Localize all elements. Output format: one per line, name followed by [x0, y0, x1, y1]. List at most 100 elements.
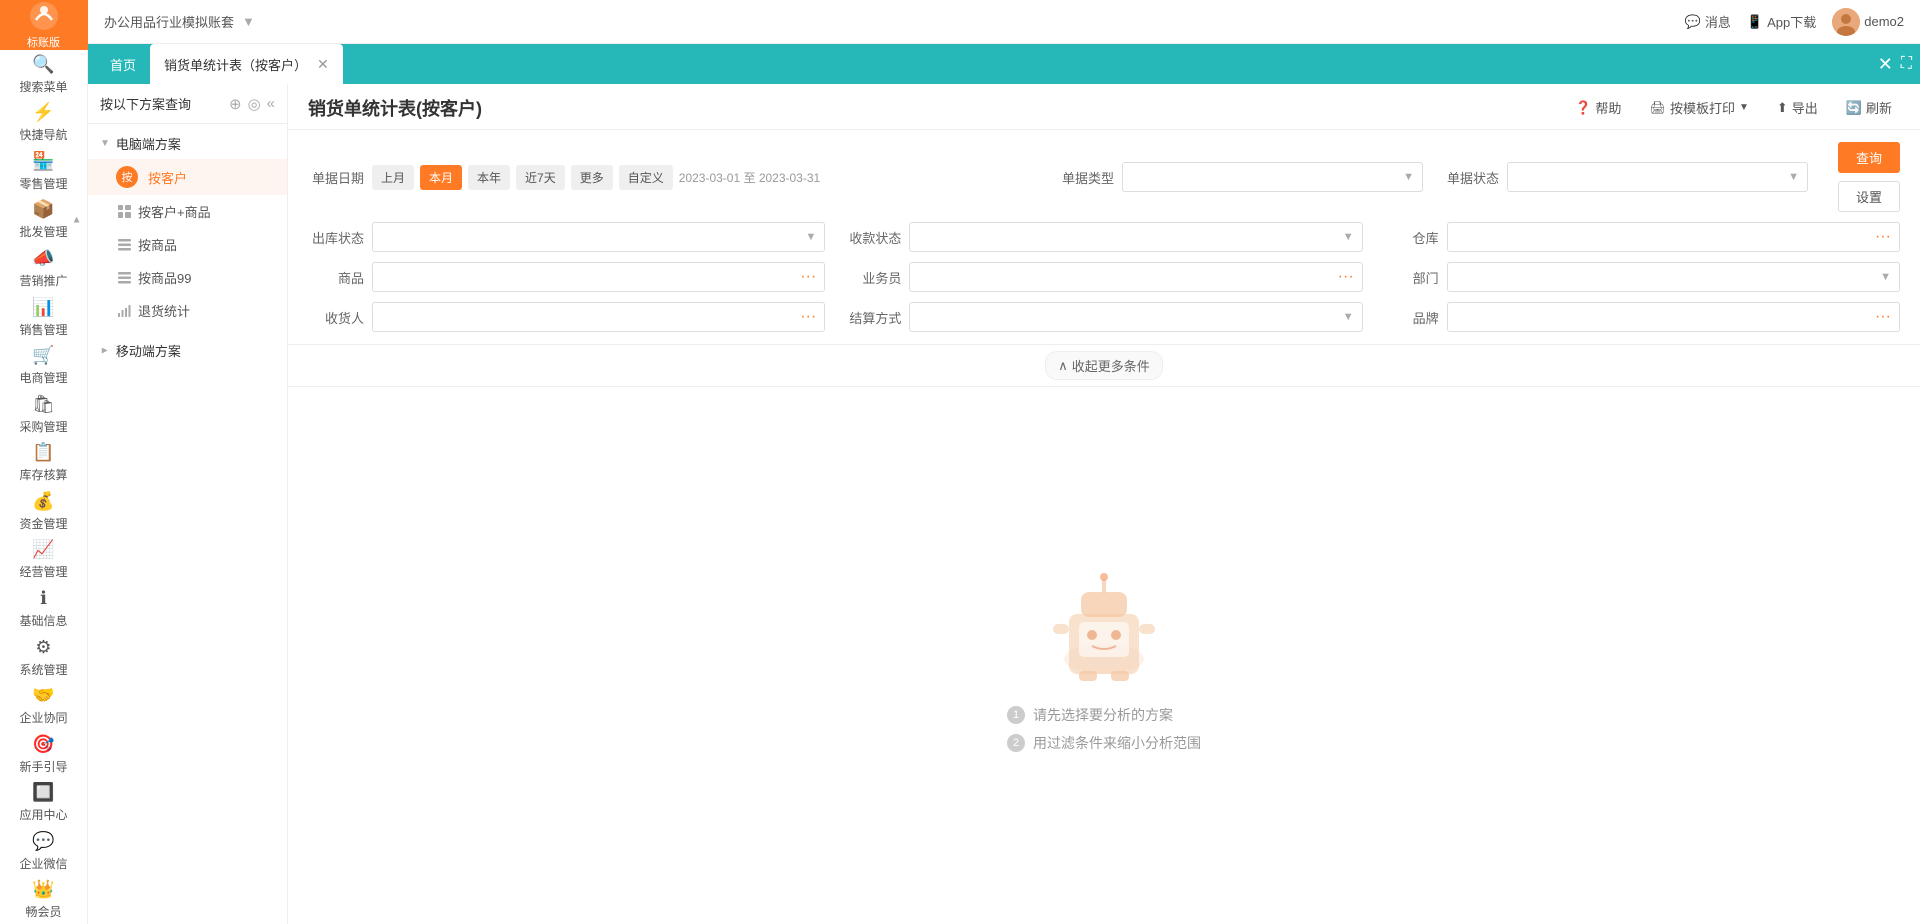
topbar: 办公用品行业模拟账套 ▼ 💬 消息 📱 App下载 de — [88, 0, 1920, 44]
out-status-select[interactable]: ▼ — [372, 222, 825, 252]
logo-text: 标账版 — [27, 34, 60, 50]
brand-select[interactable]: ··· — [1447, 302, 1900, 332]
purchase-icon: 🛍 — [32, 394, 55, 415]
settings-btn[interactable]: 设置 — [1838, 181, 1900, 212]
settlement-select[interactable]: ▼ — [909, 302, 1362, 332]
date-btn-more[interactable]: 更多 — [571, 165, 613, 190]
sidebar-item-finance[interactable]: 💰 资金管理 — [0, 487, 88, 536]
salesperson-label: 业务员 — [845, 268, 901, 287]
sidebar-item-system[interactable]: ⚙ 系统管理 — [0, 633, 88, 682]
export-btn[interactable]: ⬆ 导出 — [1769, 94, 1826, 121]
by-customer-label: 按客户 — [148, 168, 187, 187]
add-scheme-icon[interactable]: ⊕ — [229, 95, 242, 113]
date-btn-lastmonth[interactable]: 上月 — [372, 165, 414, 190]
tip-num-1: 1 — [1007, 706, 1025, 724]
sidebar-item-inventory[interactable]: 📋 库存核算 — [0, 439, 88, 488]
print-icon: 🖨 — [1649, 100, 1666, 116]
sidebar-item-quicknav[interactable]: ⚡ 快捷导航 — [0, 99, 88, 148]
scheme-item-by-customer[interactable]: 按 按客户 — [88, 159, 287, 195]
basic-icon: ℹ — [40, 588, 47, 609]
window-close-icon[interactable]: ✕ — [1878, 54, 1893, 75]
product-dots[interactable]: ··· — [800, 268, 816, 286]
sidebar-item-purchase[interactable]: 🛍 采购管理 — [0, 390, 88, 439]
filter-row-4: 收货人 ··· 结算方式 — [308, 302, 1900, 332]
sidebar-item-basic[interactable]: ℹ 基础信息 — [0, 584, 88, 633]
scheme-item-customer-product[interactable]: 按客户+商品 — [88, 195, 287, 228]
by-product-label: 按商品 — [138, 235, 177, 254]
warehouse-filter-item: 仓库 ··· — [1383, 222, 1900, 252]
sidebar-item-marketing[interactable]: 📣 营销推广 — [0, 244, 88, 293]
query-btn[interactable]: 查询 — [1838, 142, 1900, 173]
print-btn[interactable]: 🖨 按模板打印 ▼ — [1641, 94, 1756, 121]
sidebar-item-operations[interactable]: 📈 经营管理 — [0, 536, 88, 585]
sidebar-item-wholesale[interactable]: 📦 批发管理 ▲ — [0, 196, 88, 245]
product-select[interactable]: ··· — [372, 262, 825, 292]
refresh-btn[interactable]: 🔄 刷新 — [1838, 94, 1900, 121]
scheme-group-header-mobile[interactable]: ▼ 移动端方案 — [88, 335, 287, 366]
sidebar-item-search[interactable]: 🔍 搜索菜单 — [0, 50, 88, 99]
scheme-group-mobile: ▼ 移动端方案 — [88, 331, 287, 370]
operations-icon: 📈 — [32, 539, 54, 560]
topbar-left: 办公用品行业模拟账套 ▼ — [104, 12, 255, 31]
order-type-chevron: ▼ — [1403, 171, 1414, 183]
empty-tip-1: 1 请先选择要分析的方案 — [1007, 705, 1201, 725]
sidebar-item-wechat[interactable]: 💬 企业微信 — [0, 827, 88, 876]
filter-row-1: 单据日期 上月 本月 本年 近7天 更多 自定义 2023-03-01 至 20… — [308, 142, 1900, 212]
date-btn-7days[interactable]: 近7天 — [516, 165, 565, 190]
sidebar-item-cooperation[interactable]: 🤝 企业协同 — [0, 681, 88, 730]
date-btn-thisyear[interactable]: 本年 — [468, 165, 510, 190]
scheme-group-header-pc[interactable]: ▼ 电脑端方案 — [88, 128, 287, 159]
receiver-dots[interactable]: ··· — [800, 308, 816, 326]
scheme-group-pc: ▼ 电脑端方案 按 按客户 按客户+商品 — [88, 124, 287, 331]
empty-state: 1 请先选择要分析的方案 2 用过滤条件来缩小分析范围 — [288, 387, 1920, 924]
scheme-item-return-stat[interactable]: 退货统计 — [88, 294, 287, 327]
scheme-item-by-product[interactable]: 按商品 — [88, 228, 287, 261]
left-panel-header: 按以下方案查询 ⊕ ◎ « — [88, 84, 287, 124]
collapse-btn[interactable]: ∧ 收起更多条件 — [1045, 351, 1163, 380]
order-status-filter-item: 单据状态 ▼ — [1443, 162, 1808, 192]
salesperson-select[interactable]: ··· — [909, 262, 1362, 292]
settings-scheme-icon[interactable]: ◎ — [248, 95, 261, 113]
order-type-filter-item: 单据类型 ▼ — [1058, 162, 1423, 192]
window-expand-icon[interactable]: ⛶ — [1901, 55, 1912, 73]
search-icon: 🔍 — [32, 54, 54, 75]
department-label: 部门 — [1383, 268, 1439, 287]
pay-status-select[interactable]: ▼ — [909, 222, 1362, 252]
filter-main: 单据日期 上月 本月 本年 近7天 更多 自定义 2023-03-01 至 20… — [308, 142, 1900, 332]
app-download-btn[interactable]: 📱 App下载 — [1747, 12, 1816, 31]
dropdown-icon[interactable]: ▼ — [242, 14, 255, 29]
date-filter: 上月 本月 本年 近7天 更多 自定义 2023-03-01 至 2023-03… — [372, 165, 820, 190]
salesperson-dots[interactable]: ··· — [1338, 268, 1354, 286]
date-range-text: 2023-03-01 至 2023-03-31 — [679, 169, 820, 186]
sidebar-item-member[interactable]: 👑 畅会员 — [0, 876, 88, 924]
product-filter-item: 商品 ··· — [308, 262, 825, 292]
sidebar-logo: 标账版 — [0, 0, 88, 50]
sidebar-item-apps[interactable]: 🔲 应用中心 — [0, 778, 88, 827]
department-select[interactable]: ▼ — [1447, 262, 1900, 292]
date-btn-custom[interactable]: 自定义 — [619, 165, 673, 190]
empty-tip-2: 2 用过滤条件来缩小分析范围 — [1007, 733, 1201, 753]
warehouse-select[interactable]: ··· — [1447, 222, 1900, 252]
tab-home[interactable]: 首页 — [96, 44, 150, 84]
order-type-select[interactable]: ▼ — [1122, 162, 1423, 192]
tab-close-icon[interactable]: ✕ — [317, 56, 329, 73]
brand-dots[interactable]: ··· — [1875, 308, 1891, 326]
sidebar-item-ecommerce[interactable]: 🛒 电商管理 — [0, 341, 88, 390]
sidebar-item-sales[interactable]: 📊 销售管理 — [0, 293, 88, 342]
scheme-item-by-product-99[interactable]: 按商品99 — [88, 261, 287, 294]
sidebar-item-retail[interactable]: 🏪 零售管理 — [0, 147, 88, 196]
pay-status-label: 收款状态 — [845, 228, 901, 247]
by-product-99-icon — [116, 270, 132, 286]
warehouse-dots[interactable]: ··· — [1875, 228, 1891, 246]
collapse-panel-icon[interactable]: « — [267, 95, 275, 113]
help-btn[interactable]: ❓ 帮助 — [1567, 94, 1629, 121]
message-btn[interactable]: 💬 消息 — [1685, 12, 1731, 31]
tip-text-2: 用过滤条件来缩小分析范围 — [1033, 733, 1201, 753]
order-status-select[interactable]: ▼ — [1507, 162, 1808, 192]
receiver-select[interactable]: ··· — [372, 302, 825, 332]
tab-sales-stat[interactable]: 销货单统计表（按客户） ✕ — [150, 44, 343, 84]
date-btn-thismonth[interactable]: 本月 — [420, 165, 462, 190]
sidebar-item-newbie[interactable]: 🎯 新手引导 — [0, 730, 88, 779]
settlement-filter-item: 结算方式 ▼ — [845, 302, 1362, 332]
user-avatar-area[interactable]: demo2 — [1832, 8, 1904, 36]
